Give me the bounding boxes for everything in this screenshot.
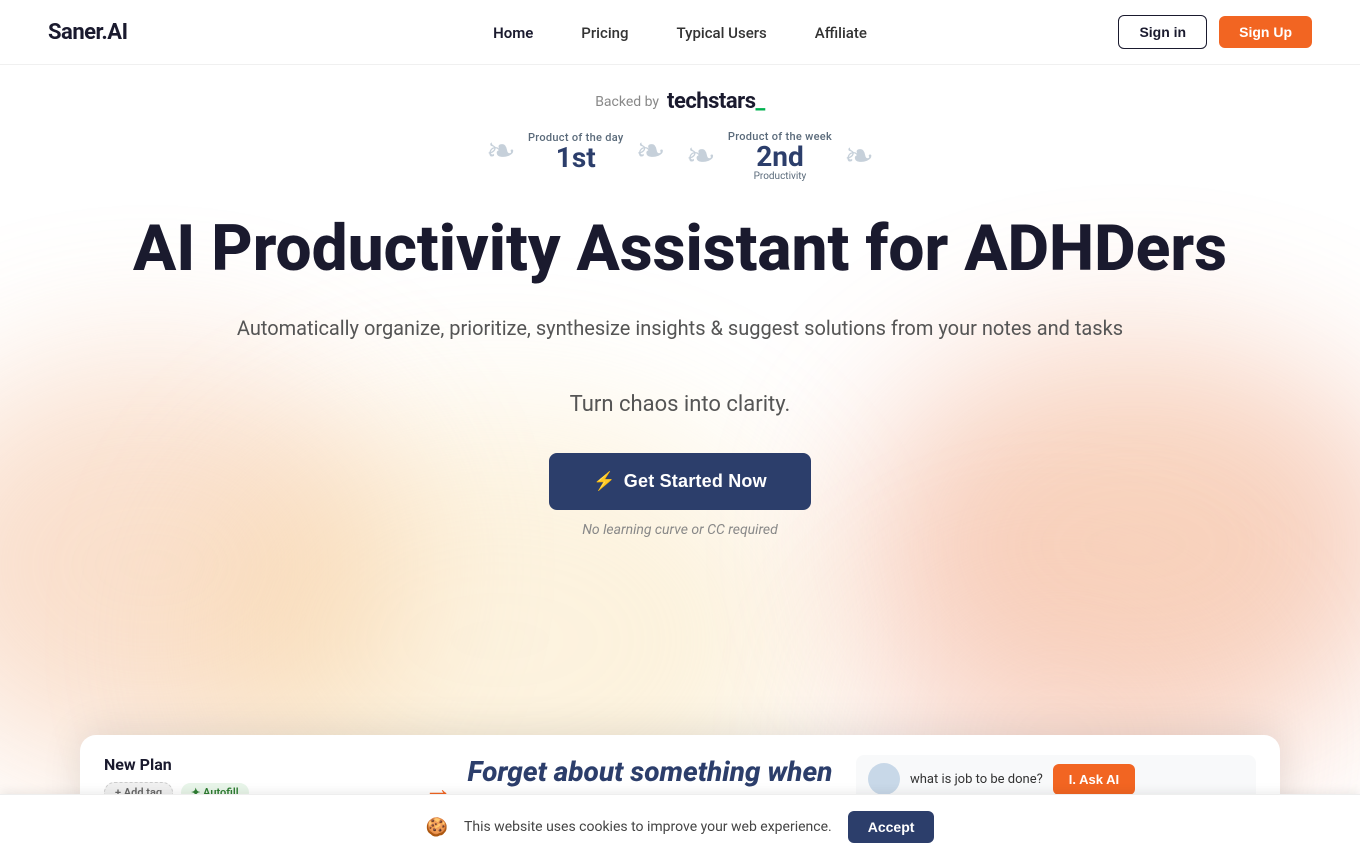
ask-ai-button[interactable]: I. Ask AI bbox=[1053, 764, 1135, 795]
blob-1 bbox=[0, 365, 400, 765]
nav-pricing[interactable]: Pricing bbox=[581, 24, 628, 42]
nav-links: Home Pricing Typical Users Affiliate bbox=[493, 23, 867, 42]
main-headline: AI Productivity Assistant for ADHDers bbox=[113, 214, 1247, 284]
cookie-accept-button[interactable]: Accept bbox=[848, 811, 935, 843]
award-week: ❧ Product of the week 2nd Productivity ❧ bbox=[686, 130, 874, 182]
award-week-rank: 2nd bbox=[756, 143, 804, 171]
award-day: ❧ Product of the day 1st ❧ bbox=[486, 130, 666, 182]
chat-question-text: what is job to be done? bbox=[910, 772, 1043, 787]
laurel-left: ❧ bbox=[486, 130, 516, 172]
nav-typical-users[interactable]: Typical Users bbox=[677, 24, 767, 42]
awards-row: ❧ Product of the day 1st ❧ ❧ Product of … bbox=[486, 130, 874, 182]
nav-affiliate[interactable]: Affiliate bbox=[815, 24, 867, 42]
award-day-laurel: ❧ Product of the day 1st ❧ bbox=[486, 130, 666, 172]
nav-actions: Sign in Sign Up bbox=[1118, 15, 1312, 49]
award-day-inner: Product of the day 1st bbox=[520, 131, 632, 172]
new-plan-title: New Plan bbox=[104, 755, 404, 774]
award-day-rank: 1st bbox=[556, 144, 596, 172]
techstars-logo: techstars_ bbox=[667, 89, 765, 114]
cta-wrap: ⚡ Get Started Now No learning curve or C… bbox=[549, 453, 811, 538]
backed-by-label: Backed by bbox=[595, 94, 659, 110]
cta-note: No learning curve or CC required bbox=[582, 522, 778, 538]
navbar: Saner.AI Home Pricing Typical Users Affi… bbox=[0, 0, 1360, 65]
signin-button[interactable]: Sign in bbox=[1118, 15, 1207, 49]
subheadline: Automatically organize, prioritize, synt… bbox=[237, 312, 1123, 344]
lightning-icon: ⚡ bbox=[593, 471, 616, 492]
laurel-right: ❧ bbox=[636, 130, 666, 172]
logo: Saner.AI bbox=[48, 20, 128, 45]
cta-label: Get Started Now bbox=[624, 471, 767, 492]
nav-home[interactable]: Home bbox=[493, 24, 533, 42]
cookie-text: This website uses cookies to improve you… bbox=[464, 819, 832, 835]
laurel-week-left: ❧ bbox=[686, 135, 716, 177]
get-started-button[interactable]: ⚡ Get Started Now bbox=[549, 453, 811, 510]
user-avatar bbox=[868, 763, 900, 795]
cookie-banner: 🍪 This website uses cookies to improve y… bbox=[0, 794, 1360, 859]
blob-3 bbox=[860, 345, 1360, 745]
award-week-sub: Productivity bbox=[754, 171, 807, 182]
award-week-inner: Product of the week 2nd Productivity bbox=[720, 130, 840, 182]
chaos-line: Turn chaos into clarity. bbox=[570, 392, 791, 417]
award-week-laurel: ❧ Product of the week 2nd Productivity ❧ bbox=[686, 130, 874, 182]
laurel-week-right: ❧ bbox=[844, 135, 874, 177]
hero-section: Backed by techstars_ ❧ Product of the da… bbox=[0, 65, 1360, 859]
signup-button[interactable]: Sign Up bbox=[1219, 16, 1312, 48]
cookie-emoji: 🍪 bbox=[426, 817, 448, 838]
backed-by-row: Backed by techstars_ bbox=[595, 89, 765, 114]
